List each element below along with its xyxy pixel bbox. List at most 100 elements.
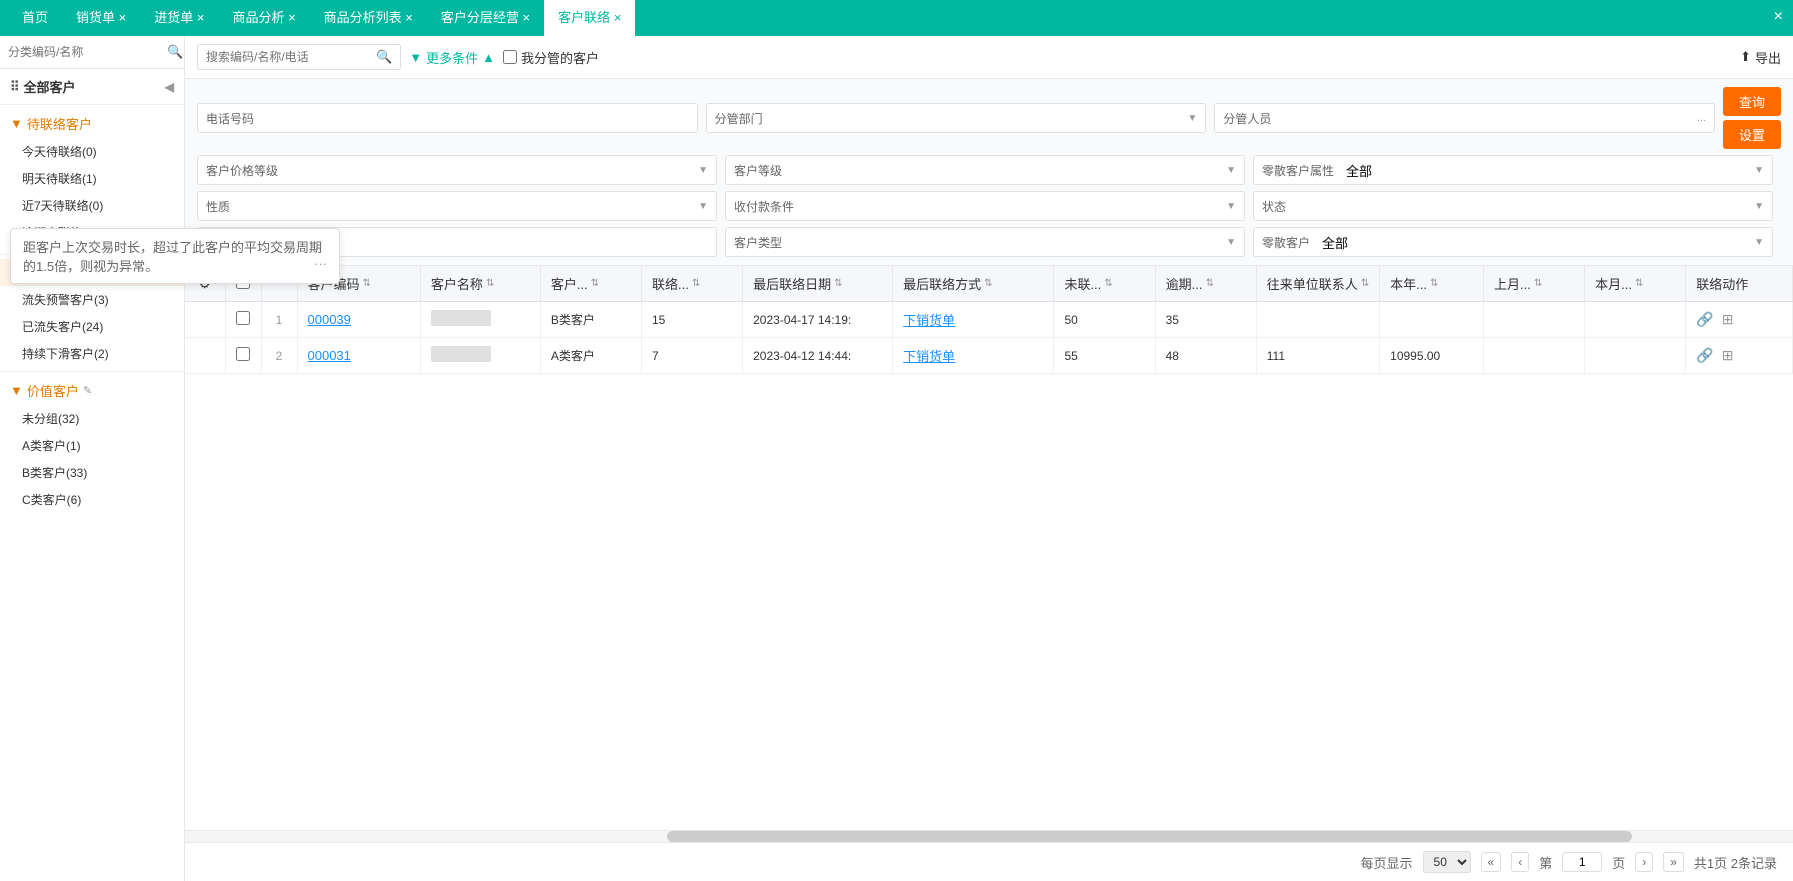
- nav-customer-contact[interactable]: 客户联络 ×: [544, 0, 635, 36]
- row2-last-method-link[interactable]: 下销货单: [903, 349, 955, 364]
- row1-last-method-link[interactable]: 下销货单: [903, 313, 955, 328]
- sidebar-item-already-lost[interactable]: 已流失客户(24): [0, 313, 184, 340]
- nav-customer-tier[interactable]: 客户分层经营 ×: [427, 0, 544, 36]
- row2-code[interactable]: 000031: [297, 338, 420, 374]
- row1-code-link[interactable]: 000039: [308, 312, 351, 327]
- row1-link-icon[interactable]: 🔗: [1696, 311, 1713, 328]
- page-number-input[interactable]: [1562, 852, 1602, 872]
- filter-customer-level[interactable]: 客户等级 ▼: [725, 155, 1245, 185]
- sort-icon-this-year[interactable]: ⇅: [1430, 278, 1438, 289]
- col-overdue[interactable]: 逾期... ⇅: [1155, 266, 1256, 302]
- col-this-month[interactable]: 本月... ⇅: [1585, 266, 1686, 302]
- col-last-date[interactable]: 最后联络日期 ⇅: [743, 266, 893, 302]
- row1-grid-icon[interactable]: ⊞: [1722, 311, 1734, 328]
- filter-person[interactable]: 分管人员 ...: [1214, 103, 1715, 133]
- more-conditions-btn[interactable]: ▼ 更多条件 ▲: [409, 48, 495, 67]
- filter-status[interactable]: 状态 ▼: [1253, 191, 1773, 221]
- price-level-arrow: ▼: [698, 165, 708, 176]
- horizontal-scrollbar[interactable]: [185, 830, 1793, 842]
- scrollbar-thumb[interactable]: [667, 831, 1632, 842]
- row1-last-method[interactable]: 下销货单: [893, 302, 1054, 338]
- my-customer-checkbox[interactable]: [503, 50, 517, 64]
- page-size-select[interactable]: 50: [1423, 851, 1471, 873]
- col-contact[interactable]: 联络... ⇅: [641, 266, 742, 302]
- col-last-method[interactable]: 最后联络方式 ⇅: [893, 266, 1054, 302]
- sort-icon-this-month[interactable]: ⇅: [1635, 278, 1643, 289]
- person-dots[interactable]: ...: [1697, 112, 1706, 124]
- col-category-label: 客户...: [551, 274, 588, 293]
- nav-purchase[interactable]: 进货单 ×: [140, 0, 218, 36]
- sort-icon-last-date[interactable]: ⇅: [834, 278, 842, 289]
- col-this-year[interactable]: 本年... ⇅: [1380, 266, 1484, 302]
- row2-code-link[interactable]: 000031: [308, 348, 351, 363]
- sidebar-item-declining[interactable]: 持续下滑客户(2): [0, 340, 184, 367]
- sidebar-search-input[interactable]: [8, 45, 163, 59]
- sidebar-item-tomorrow[interactable]: 明天待联络(1): [0, 165, 184, 192]
- nav-home[interactable]: 首页: [8, 0, 62, 36]
- nav-analysis-list[interactable]: 商品分析列表 ×: [310, 0, 427, 36]
- filter-search-input[interactable]: [206, 50, 376, 64]
- row2-link-icon[interactable]: 🔗: [1696, 347, 1713, 364]
- all-customers-title[interactable]: ⠿ 全部客户 ◀: [0, 69, 184, 105]
- sidebar-item-7days[interactable]: 近7天待联络(0): [0, 192, 184, 219]
- settings-button[interactable]: 设置: [1723, 120, 1781, 149]
- col-partner-contact[interactable]: 往来单位联系人 ⇅: [1256, 266, 1379, 302]
- col-name[interactable]: 客户名称 ⇅: [420, 266, 540, 302]
- row1-name[interactable]: [420, 302, 540, 338]
- filter-payment[interactable]: 收付款条件 ▼: [725, 191, 1245, 221]
- row2-name[interactable]: [420, 338, 540, 374]
- col-not-contact[interactable]: 未联... ⇅: [1054, 266, 1155, 302]
- prev-page-btn[interactable]: ‹: [1511, 852, 1529, 872]
- col-last-month[interactable]: 上月... ⇅: [1483, 266, 1584, 302]
- row2-this-month: [1585, 338, 1686, 374]
- sidebar-item-ungroup[interactable]: 未分组(32): [0, 405, 184, 432]
- sidebar-item-c-class[interactable]: C类客户(6): [0, 486, 184, 513]
- row1-not-contact: 50: [1054, 302, 1155, 338]
- sort-icon-category[interactable]: ⇅: [591, 278, 599, 289]
- collapse-icon[interactable]: ◀: [165, 80, 174, 94]
- window-close-button[interactable]: ×: [1774, 8, 1783, 26]
- sort-icon-contact[interactable]: ⇅: [692, 278, 700, 289]
- waiting-contact-group-title[interactable]: ▼ 待联络客户: [0, 109, 184, 138]
- filter-nature[interactable]: 性质 ▼: [197, 191, 717, 221]
- sort-icon-overdue[interactable]: ⇅: [1205, 278, 1213, 289]
- sort-icon-name[interactable]: ⇅: [486, 278, 494, 289]
- row1-checkbox-cell[interactable]: [225, 302, 261, 338]
- filter-search-icon[interactable]: 🔍: [376, 49, 392, 65]
- filter-dept[interactable]: 分管部门 ▼: [706, 103, 1207, 133]
- row1-code[interactable]: 000039: [297, 302, 420, 338]
- sort-icon-not-contact[interactable]: ⇅: [1104, 278, 1112, 289]
- sidebar-item-b-class[interactable]: B类客户(33): [0, 459, 184, 486]
- filter-retail-attr[interactable]: 零散客户属性 全部 ▼: [1253, 155, 1773, 185]
- sidebar-item-today[interactable]: 今天待联络(0): [0, 138, 184, 165]
- sidebar-item-a-class[interactable]: A类客户(1): [0, 432, 184, 459]
- row2-category: A类客户: [540, 338, 641, 374]
- sidebar-item-lost-preview[interactable]: 流失预警客户(3): [0, 286, 184, 313]
- row2-last-method[interactable]: 下销货单: [893, 338, 1054, 374]
- row2-checkbox[interactable]: [236, 347, 250, 361]
- query-button[interactable]: 查询: [1723, 87, 1781, 116]
- col-category[interactable]: 客户... ⇅: [540, 266, 641, 302]
- export-button[interactable]: ⬆ 导出: [1740, 48, 1781, 67]
- first-page-btn[interactable]: «: [1481, 852, 1502, 872]
- sort-icon-last-method[interactable]: ⇅: [984, 278, 992, 289]
- last-page-btn[interactable]: »: [1663, 852, 1684, 872]
- value-customers-group-head[interactable]: ▼ 价值客户 ✎: [0, 376, 184, 405]
- filter-customer-type[interactable]: 客户类型 ▼: [725, 227, 1245, 257]
- nav-analysis[interactable]: 商品分析 ×: [218, 0, 309, 36]
- my-customer-checkbox-area[interactable]: 我分管的客户: [503, 48, 599, 67]
- edit-icon[interactable]: ✎: [83, 384, 92, 397]
- sort-icon-partner-contact[interactable]: ⇅: [1361, 278, 1369, 289]
- sidebar-search-icon[interactable]: 🔍: [167, 44, 183, 60]
- filter-price-level[interactable]: 客户价格等级 ▼: [197, 155, 717, 185]
- retail-attr-label: 零散客户属性: [1262, 162, 1334, 179]
- nav-sales[interactable]: 销货单 ×: [62, 0, 140, 36]
- filter-phone[interactable]: 电话号码: [197, 103, 698, 133]
- next-page-btn[interactable]: ›: [1635, 852, 1653, 872]
- sort-icon-last-month[interactable]: ⇅: [1534, 278, 1542, 289]
- sort-icon-code[interactable]: ⇅: [363, 278, 371, 289]
- row2-grid-icon[interactable]: ⊞: [1722, 347, 1734, 364]
- filter-retail-customer[interactable]: 零散客户 全部 ▼: [1253, 227, 1773, 257]
- row1-checkbox[interactable]: [236, 311, 250, 325]
- row2-checkbox-cell[interactable]: [225, 338, 261, 374]
